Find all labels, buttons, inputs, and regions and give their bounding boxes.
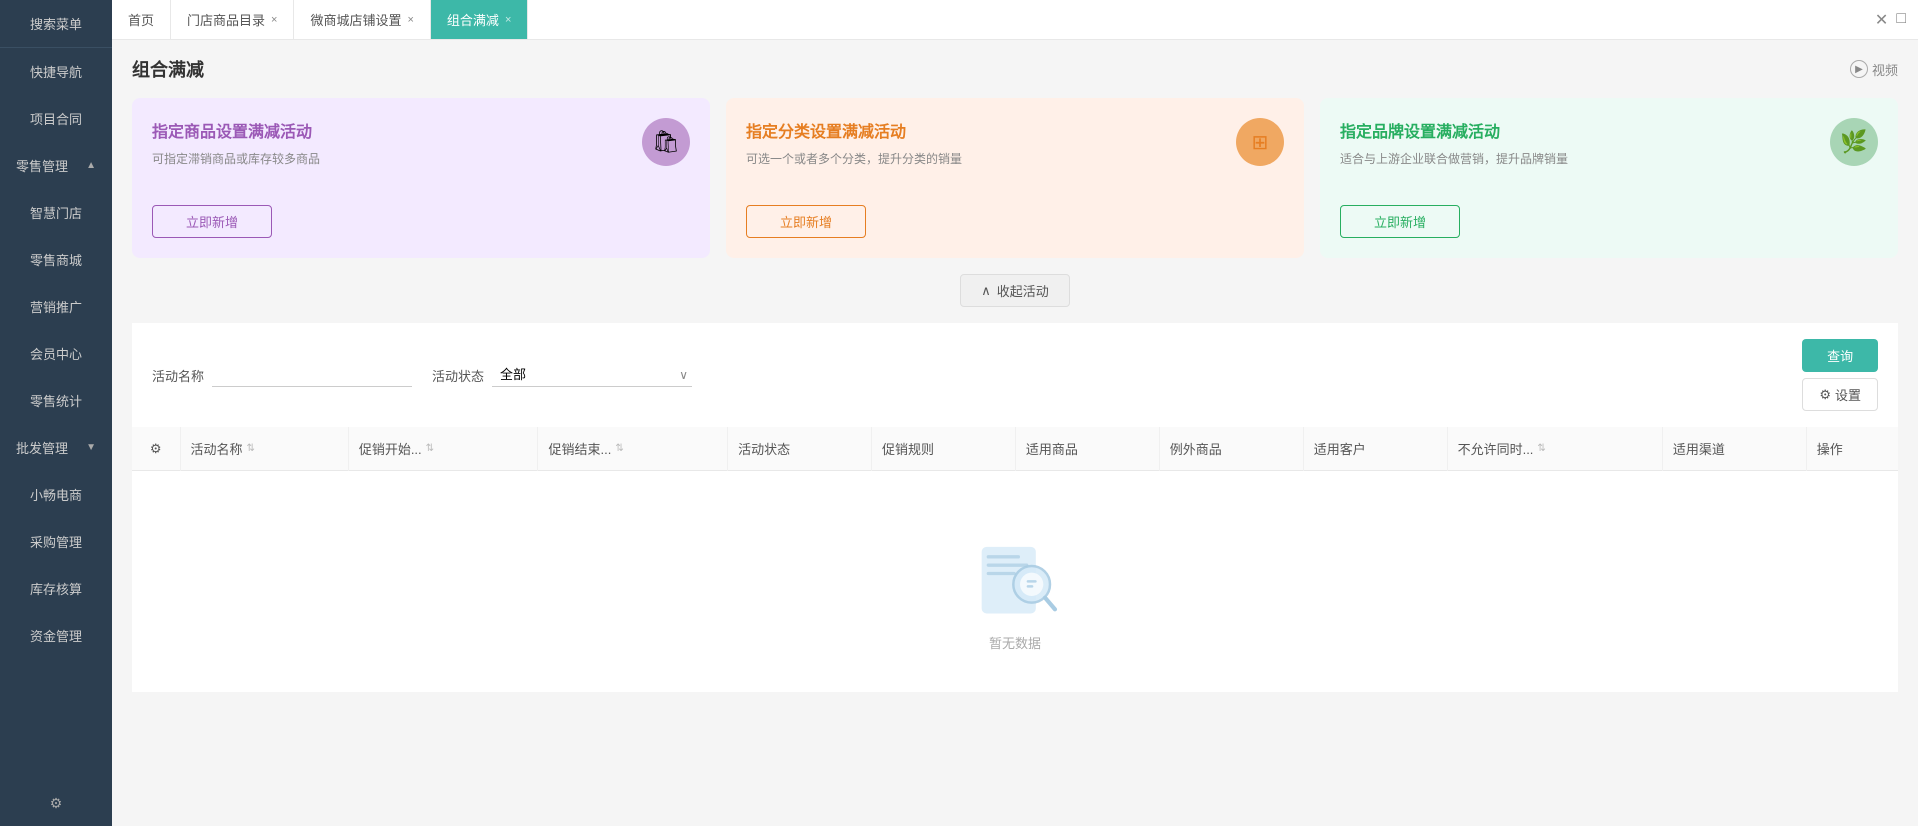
th-activity-name: 活动名称 ⇅ (180, 427, 348, 471)
tab-home[interactable]: 首页 (112, 0, 171, 39)
sort-icon-promo-start: ⇅ (426, 443, 434, 454)
chevron-up-icon: ▲ (86, 160, 96, 171)
sidebar-item-wholesale-mgmt[interactable]: 批发管理 ▼ (0, 424, 112, 471)
table-empty-cell: 暂无数据 (132, 471, 1898, 693)
activity-status-label: 活动状态 (432, 366, 484, 385)
sidebar-item-member-center[interactable]: 会员中心 (0, 330, 112, 377)
brand-card-desc: 适合与上游企业联合做营销，提升品牌销量 (1340, 150, 1878, 189)
settings-icon: ⚙ (1819, 387, 1831, 403)
th-promo-end-sort[interactable]: 促销结束... ⇅ (548, 439, 717, 458)
brand-card-title: 指定品牌设置满减活动 (1340, 118, 1878, 142)
promo-cards-container: 指定商品设置满减活动 🛍 可指定滞销商品或库存较多商品 立即新增 指定分类设置满… (132, 98, 1898, 258)
tab-close-wechat-settings[interactable]: × (407, 14, 413, 26)
sort-icon-activity-name: ⇅ (247, 443, 255, 454)
category-card-title: 指定分类设置满减活动 (746, 118, 1284, 142)
activity-table: ⚙ 活动名称 ⇅ 促销开始... (132, 427, 1898, 692)
sidebar-item-retail-mall[interactable]: 零售商城 (0, 236, 112, 283)
th-excluded-goods: 例外商品 (1159, 427, 1303, 471)
sidebar: 搜索菜单 快捷导航 项目合同 零售管理 ▲ 智慧门店 零售商城 营销推广 会员中… (0, 0, 112, 826)
th-applicable-customer: 适用客户 (1303, 427, 1447, 471)
collapse-bar: ∧ 收起活动 (132, 274, 1898, 307)
settings-button[interactable]: ⚙ 设置 (1802, 378, 1878, 411)
filter-buttons: 查询 ⚙ 设置 (1802, 339, 1878, 411)
video-link[interactable]: ▶ 视频 (1850, 60, 1898, 79)
activity-status-select-wrap: 全部 进行中 已结束 未开始 ∨ (492, 363, 692, 387)
sidebar-item-purchase-mgmt[interactable]: 采购管理 (0, 518, 112, 565)
th-activity-name-sort[interactable]: 活动名称 ⇅ (191, 439, 338, 458)
product-promo-card: 指定商品设置满减活动 🛍 可指定滞销商品或库存较多商品 立即新增 (132, 98, 710, 258)
tab-wechat-settings[interactable]: 微商城店铺设置 × (294, 0, 430, 39)
close-window-icon[interactable]: ✕ (1875, 10, 1888, 30)
table-wrap: ⚙ 活动名称 ⇅ 促销开始... (132, 427, 1898, 692)
brand-card-add-btn[interactable]: 立即新增 (1340, 205, 1460, 238)
th-promo-start-sort[interactable]: 促销开始... ⇅ (359, 439, 528, 458)
sidebar-item-quick-nav[interactable]: 快捷导航 (0, 48, 112, 95)
brand-promo-card: 指定品牌设置满减活动 🌿 适合与上游企业联合做营销，提升品牌销量 立即新增 (1320, 98, 1898, 258)
th-promo-rule: 促销规则 (872, 427, 1016, 471)
maximize-window-icon[interactable]: □ (1896, 10, 1906, 30)
category-card-add-btn[interactable]: 立即新增 (746, 205, 866, 238)
activity-name-label: 活动名称 (152, 366, 204, 385)
sidebar-item-project-contract[interactable]: 项目合同 (0, 95, 112, 142)
sidebar-item-retail-stats[interactable]: 零售统计 (0, 377, 112, 424)
tab-bar: 首页 门店商品目录 × 微商城店铺设置 × 组合满减 × ✕ □ (112, 0, 1918, 40)
empty-state-text: 暂无数据 (989, 633, 1041, 652)
tab-store-catalog[interactable]: 门店商品目录 × (171, 0, 294, 39)
filter-activity-name-field: 活动名称 (152, 363, 412, 387)
collapse-icon: ∧ (981, 283, 991, 299)
category-promo-card: 指定分类设置满减活动 ⊞ 可选一个或者多个分类，提升分类的销量 立即新增 (726, 98, 1304, 258)
th-applicable-goods: 适用商品 (1015, 427, 1159, 471)
th-promo-end: 促销结束... ⇅ (538, 427, 728, 471)
empty-state-illustration (965, 531, 1065, 621)
sidebar-item-retail-mgmt[interactable]: 零售管理 ▲ (0, 142, 112, 189)
collapse-activities-btn[interactable]: ∧ 收起活动 (960, 274, 1070, 307)
sidebar-item-marketing[interactable]: 营销推广 (0, 283, 112, 330)
sidebar-item-inventory[interactable]: 库存核算 (0, 565, 112, 612)
tab-close-combo-discount[interactable]: × (505, 14, 511, 26)
empty-state: 暂无数据 (132, 471, 1898, 692)
category-card-desc: 可选一个或者多个分类，提升分类的销量 (746, 150, 1284, 189)
th-activity-status: 活动状态 (728, 427, 872, 471)
main-area: 首页 门店商品目录 × 微商城店铺设置 × 组合满减 × ✕ □ 组合满减 ▶ … (112, 0, 1918, 826)
product-card-add-btn[interactable]: 立即新增 (152, 205, 272, 238)
th-promo-start: 促销开始... ⇅ (348, 427, 538, 471)
page-header: 组合满减 ▶ 视频 (132, 56, 1898, 82)
window-controls: ✕ □ (1863, 10, 1918, 30)
th-operation: 操作 (1806, 427, 1898, 471)
sort-icon-no-concurrent: ⇅ (1537, 443, 1545, 454)
product-card-desc: 可指定滞销商品或库存较多商品 (152, 150, 690, 189)
page-title: 组合满减 (132, 56, 204, 82)
chevron-down-icon: ▼ (86, 442, 96, 453)
th-gear: ⚙ (132, 427, 180, 471)
query-button[interactable]: 查询 (1802, 339, 1878, 372)
activity-name-input[interactable] (212, 363, 412, 387)
sidebar-item-xiaochang[interactable]: 小畅电商 (0, 471, 112, 518)
table-header: ⚙ 活动名称 ⇅ 促销开始... (132, 427, 1898, 471)
filter-area: 活动名称 活动状态 全部 进行中 已结束 未开始 ∨ (132, 323, 1898, 427)
product-card-title: 指定商品设置满减活动 (152, 118, 690, 142)
th-no-concurrent-sort[interactable]: 不允许同时... ⇅ (1458, 439, 1652, 458)
gear-icon: ⚙ (50, 795, 63, 811)
category-card-icon: ⊞ (1236, 118, 1284, 166)
table-settings-icon[interactable]: ⚙ (142, 441, 170, 457)
brand-card-icon: 🌿 (1830, 118, 1878, 166)
filter-activity-status-field: 活动状态 全部 进行中 已结束 未开始 ∨ (432, 363, 692, 387)
activity-status-select[interactable]: 全部 进行中 已结束 未开始 (492, 363, 692, 387)
sidebar-search[interactable]: 搜索菜单 (0, 0, 112, 48)
tab-close-store-catalog[interactable]: × (271, 14, 277, 26)
sidebar-item-smart-store[interactable]: 智慧门店 (0, 189, 112, 236)
tab-combo-discount[interactable]: 组合满减 × (431, 0, 528, 39)
filter-table-container: 活动名称 活动状态 全部 进行中 已结束 未开始 ∨ (132, 323, 1898, 692)
content-area: 组合满减 ▶ 视频 指定商品设置满减活动 🛍 可指定滞销商品或库存较多商品 立即… (112, 40, 1918, 826)
table-empty-row: 暂无数据 (132, 471, 1898, 693)
table-body: 暂无数据 (132, 471, 1898, 693)
sort-icon-promo-end: ⇅ (615, 443, 623, 454)
sidebar-settings-btn[interactable]: ⚙ (0, 781, 112, 826)
th-applicable-channel: 适用渠道 (1662, 427, 1806, 471)
play-icon: ▶ (1850, 60, 1868, 78)
sidebar-item-finance[interactable]: 资金管理 (0, 612, 112, 659)
product-card-icon: 🛍 (642, 118, 690, 166)
th-no-concurrent: 不允许同时... ⇅ (1447, 427, 1662, 471)
